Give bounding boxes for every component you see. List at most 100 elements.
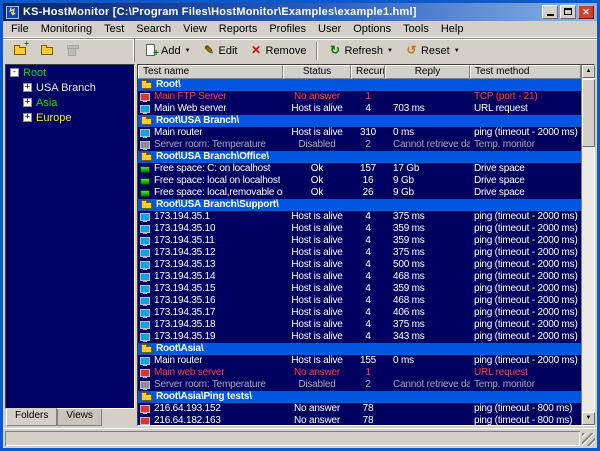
test-row[interactable]: Server room: Temperature Disabled 2 Cannot … [138, 139, 581, 151]
tab-folders[interactable]: Folders [6, 408, 58, 426]
menu-search[interactable]: Search [130, 22, 177, 36]
test-row[interactable]: 173.194.35.16 Host is alive 4 468 ms ping (t… [138, 295, 581, 307]
group-row[interactable]: Root\USA Branch\ [138, 115, 581, 127]
tree-item-asia[interactable]: + Asia [6, 95, 134, 110]
test-row[interactable]: 173.194.35.19 Host is alive 4 343 ms ping (t… [138, 331, 581, 343]
resize-grip[interactable] [582, 433, 595, 446]
dropdown-arrow-icon[interactable]: ▼ [387, 48, 393, 54]
tab-views[interactable]: Views [57, 409, 102, 426]
test-row[interactable]: 216.64.193.152 No answer 78 ping (timeout -… [138, 403, 581, 415]
test-name-cell: 173.194.35.17 [138, 307, 283, 319]
test-name-cell: Server room: Temperature [138, 139, 283, 151]
copy-folder-button[interactable] [35, 41, 59, 61]
dropdown-arrow-icon[interactable]: ▼ [454, 48, 460, 54]
maximize-button[interactable] [560, 5, 576, 19]
menu-reports[interactable]: Reports [213, 22, 264, 36]
test-name: 173.194.35.12 [154, 247, 216, 258]
test-row[interactable]: Main Web server Host is alive 4 703 ms URL r… [138, 103, 581, 115]
test-row[interactable]: Free space: local,removable on loc... Ok 2… [138, 187, 581, 199]
minimize-button[interactable] [542, 5, 558, 19]
scroll-up-button[interactable]: ▲ [582, 65, 595, 78]
test-row[interactable]: 173.194.35.11 Host is alive 4 359 ms ping (t… [138, 235, 581, 247]
test-status: Host is alive [291, 319, 343, 330]
group-row[interactable]: Root\USA Branch\Support\ [138, 199, 581, 211]
menu-help[interactable]: Help [435, 22, 470, 36]
menu-options[interactable]: Options [347, 22, 397, 36]
test-recurrences: 4 [365, 319, 371, 330]
scrollbar-thumb[interactable] [582, 79, 595, 147]
tree-item-root[interactable]: - Root [6, 65, 134, 80]
tree-item-europe[interactable]: + Europe [6, 110, 134, 125]
test-row[interactable]: 173.194.35.12 Host is alive 4 375 ms ping (t… [138, 247, 581, 259]
test-row[interactable]: 173.194.35.17 Host is alive 4 406 ms ping (t… [138, 307, 581, 319]
host-gray-icon [140, 141, 150, 150]
test-row[interactable]: 173.194.35.1 Host is alive 4 375 ms ping (ti… [138, 211, 581, 223]
menu-file[interactable]: File [5, 22, 35, 36]
column-header-test-method[interactable]: Test method [470, 65, 581, 79]
column-header-test-name[interactable]: Test name [138, 65, 283, 79]
column-header-reply[interactable]: Reply [385, 65, 470, 79]
test-row[interactable]: Server room: Temperature Disabled 2 Cannot … [138, 379, 581, 391]
group-path: Root\USA Branch\ [156, 115, 240, 126]
close-button[interactable]: ✕ [578, 5, 594, 19]
expand-icon[interactable]: + [23, 98, 32, 107]
group-row[interactable]: Root\Asia\Ping tests\ [138, 391, 581, 403]
edit-button[interactable]: ✎ Edit [197, 41, 244, 61]
expand-icon[interactable]: + [23, 83, 32, 92]
test-method: ping (timeout - 2000 ms) [474, 211, 578, 222]
menu-monitoring[interactable]: Monitoring [35, 22, 98, 36]
folder-icon [141, 392, 152, 401]
test-method: URL request [474, 103, 528, 114]
test-row[interactable]: 173.194.35.10 Host is alive 4 359 ms ping (t… [138, 223, 581, 235]
test-recurrences: 4 [365, 271, 371, 282]
new-folder-button[interactable]: + [8, 39, 32, 61]
test-recurrences: 26 [362, 187, 374, 198]
dropdown-arrow-icon[interactable]: ▼ [185, 48, 191, 54]
test-recurrences: 78 [362, 415, 374, 425]
tree-item-usa-branch[interactable]: + USA Branch [6, 80, 134, 95]
column-header-recurre[interactable]: Recurre... [351, 65, 385, 79]
test-recurrences: 4 [365, 235, 371, 246]
test-method: ping (timeout - 2000 ms) [474, 355, 578, 366]
test-row[interactable]: Free space: local on localhost Ok 16 9 Gb Dr… [138, 175, 581, 187]
test-row[interactable]: Main web server No answer 1 URL request [138, 367, 581, 379]
collapse-icon[interactable]: - [10, 68, 19, 77]
test-name-cell: 173.194.35.13 [138, 259, 283, 271]
refresh-button[interactable]: ↻ Refresh ▼ [322, 41, 398, 61]
test-recurrences: 2 [365, 379, 371, 390]
column-header-status[interactable]: Status [283, 65, 351, 79]
test-method: ping (timeout - 2000 ms) [474, 271, 578, 282]
test-row[interactable]: 216.64.182.163 No answer 78 ping (timeout -… [138, 415, 581, 425]
test-row[interactable]: Main router Host is alive 155 0 ms ping (tim… [138, 355, 581, 367]
menu-tools[interactable]: Tools [397, 22, 435, 36]
test-row[interactable]: 173.194.35.18 Host is alive 4 375 ms ping (t… [138, 319, 581, 331]
vertical-scrollbar[interactable]: ▲ ▼ [581, 65, 595, 425]
refresh-icon: ↻ [329, 43, 340, 57]
test-name: 216.64.193.152 [154, 403, 221, 414]
reset-button[interactable]: ↺ Reset ▼ [399, 41, 466, 61]
menu-view[interactable]: View [177, 22, 213, 36]
test-row[interactable]: Free space: C: on localhost Ok 157 17 Gb Dri… [138, 163, 581, 175]
menu-test[interactable]: Test [98, 22, 130, 36]
group-row[interactable]: Root\ [138, 79, 581, 91]
host-red-icon [140, 405, 150, 414]
remove-button[interactable]: ✕ Remove [244, 41, 313, 61]
scroll-down-button[interactable]: ▼ [582, 412, 595, 425]
add-button[interactable]: + Add ▼ [139, 41, 197, 61]
test-row[interactable]: Main FTP Server No answer 1 TCP (port - 21) [138, 91, 581, 103]
menu-user[interactable]: User [312, 22, 347, 36]
test-row[interactable]: 173.194.35.14 Host is alive 4 468 ms ping (t… [138, 271, 581, 283]
expand-icon[interactable]: + [23, 113, 32, 122]
group-row[interactable]: Root\USA Branch\Office\ [138, 151, 581, 163]
test-row[interactable]: 173.194.35.15 Host is alive 4 359 ms ping (t… [138, 283, 581, 295]
test-row[interactable]: Main router Host is alive 310 0 ms ping (tim… [138, 127, 581, 139]
menu-profiles[interactable]: Profiles [263, 22, 312, 36]
test-reply: 375 ms [393, 247, 425, 258]
test-name: Free space: local,removable on loc... [154, 187, 283, 198]
group-row[interactable]: Root\Asia\ [138, 343, 581, 355]
test-status: Host is alive [291, 223, 343, 234]
test-row[interactable]: 173.194.35.13 Host is alive 4 500 ms ping (t… [138, 259, 581, 271]
delete-folder-button[interactable] [62, 41, 82, 61]
test-name: Free space: local on localhost [154, 175, 281, 186]
test-name: 216.64.182.163 [154, 415, 221, 425]
